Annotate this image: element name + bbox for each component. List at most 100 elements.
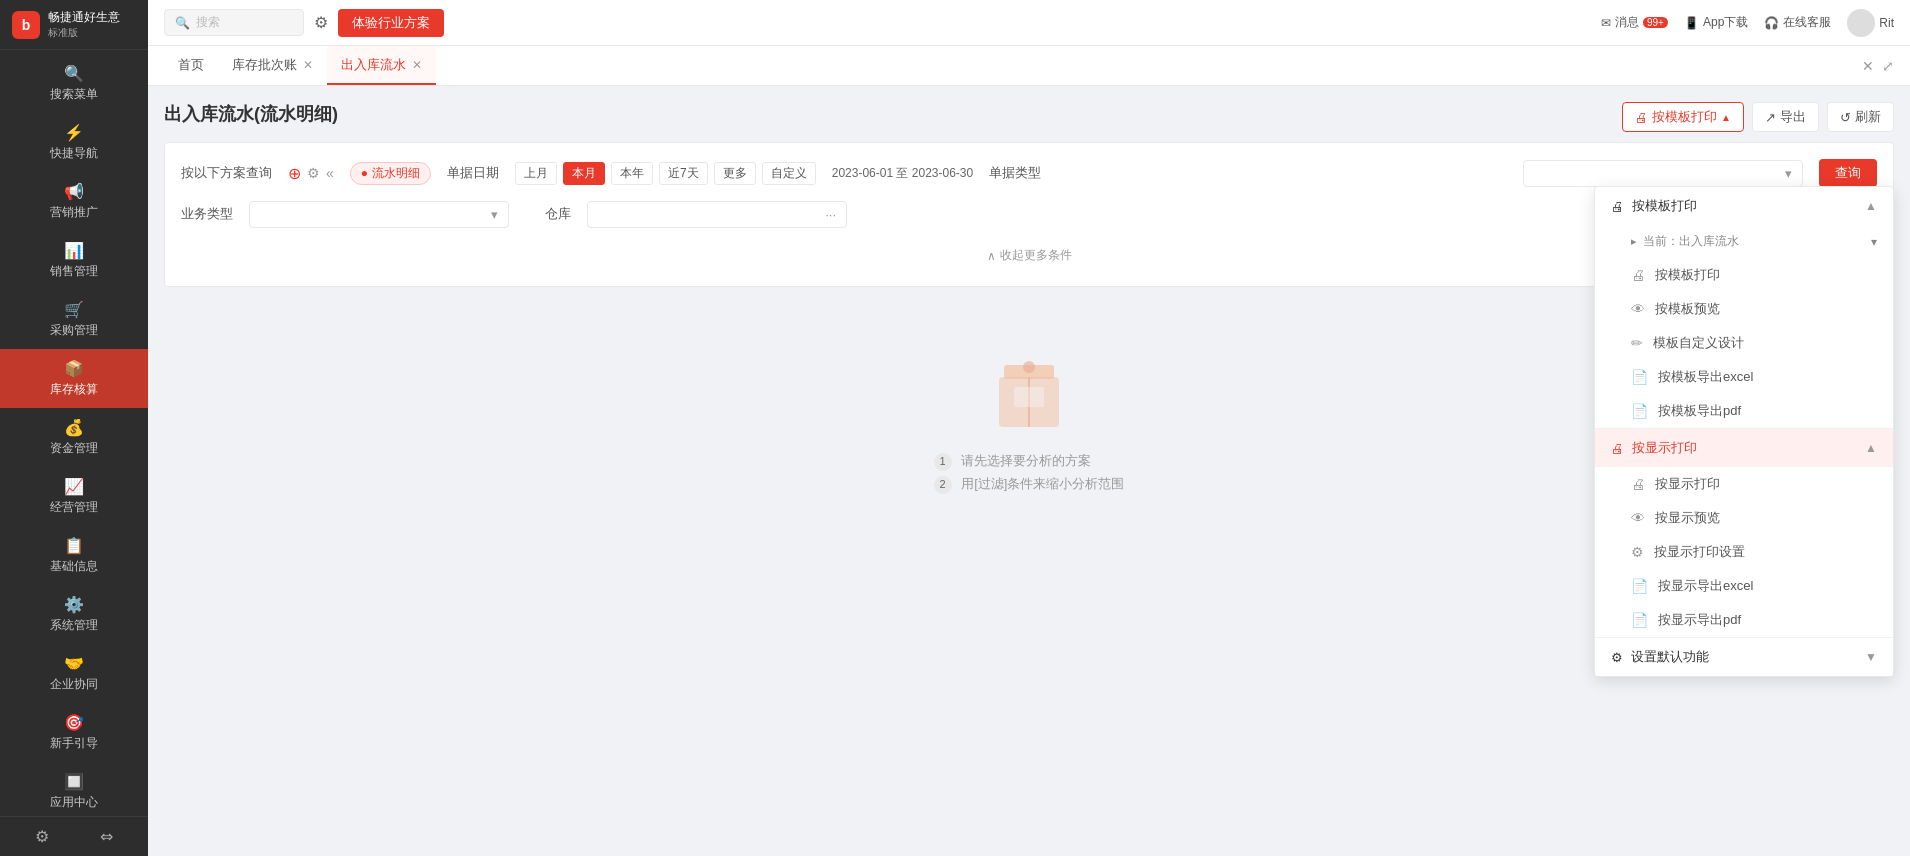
tab-close-inventory-batch[interactable]: ✕ xyxy=(303,58,313,72)
dropdown-display-excel[interactable]: 📄 按显示导出excel xyxy=(1595,569,1893,603)
filter-collapse-btn[interactable]: « xyxy=(326,165,334,181)
sidebar-navigation: 🔍 搜索菜单 ⚡ 快捷导航 📢 营销推广 📊 销售管理 🛒 采购管理 📦 库存核… xyxy=(0,50,148,816)
export-icon: ↗ xyxy=(1765,110,1776,125)
purchase-icon: 🛒 xyxy=(64,300,84,319)
tab-close-inout-flow[interactable]: ✕ xyxy=(412,58,422,72)
sidebar-item-operations[interactable]: 📈 经营管理 xyxy=(0,467,148,526)
headset-icon: 🎧 xyxy=(1764,16,1779,30)
basic-info-icon: 📋 xyxy=(64,536,84,555)
logo-icon: b xyxy=(12,11,40,39)
display-print-section-header[interactable]: 🖨 按显示打印 ▲ xyxy=(1595,429,1893,467)
refresh-btn[interactable]: ↺ 刷新 xyxy=(1827,102,1894,132)
business-type-select[interactable]: ▾ xyxy=(249,201,509,228)
sidebar-item-purchase[interactable]: 🛒 采购管理 xyxy=(0,290,148,349)
refresh-icon: ↺ xyxy=(1840,110,1851,125)
cooperation-icon: 🤝 xyxy=(64,654,84,673)
top-search-box[interactable]: 🔍 搜索 xyxy=(164,9,304,36)
dropdown-display-pdf[interactable]: 📄 按显示导出pdf xyxy=(1595,603,1893,637)
header-gear-icon[interactable]: ⚙ xyxy=(314,13,328,32)
sidebar-item-search-menu[interactable]: 🔍 搜索菜单 xyxy=(0,54,148,113)
warehouse-select[interactable]: ··· xyxy=(587,201,847,228)
sidebar-item-basic-info[interactable]: 📋 基础信息 xyxy=(0,526,148,585)
display-print-header-icon: 🖨 xyxy=(1611,441,1624,456)
online-support-btn[interactable]: 🎧 在线客服 xyxy=(1764,14,1831,31)
user-avatar xyxy=(1847,9,1875,37)
tab-maximize-btn[interactable]: ⤢ xyxy=(1882,58,1894,74)
doc-type-label: 单据类型 xyxy=(989,164,1041,182)
filter-add-btn[interactable]: ⊕ xyxy=(288,164,301,183)
system-icon: ⚙️ xyxy=(64,595,84,614)
dropdown-template-excel[interactable]: 📄 按模板导出excel xyxy=(1595,360,1893,394)
settings-bottom-btn[interactable]: ⚙ xyxy=(35,827,49,846)
query-btn[interactable]: 查询 xyxy=(1819,159,1877,187)
date-custom-btn[interactable]: 自定义 xyxy=(762,162,816,185)
export-btn[interactable]: ↗ 导出 xyxy=(1752,102,1819,132)
chevron-up-icon: ▲ xyxy=(1721,112,1731,123)
sidebar-item-cooperation[interactable]: 🤝 企业协同 xyxy=(0,644,148,703)
doc-type-select[interactable]: ▾ xyxy=(1523,160,1803,187)
sidebar-item-sales[interactable]: 📊 销售管理 xyxy=(0,231,148,290)
filter-tag-icon: ● xyxy=(361,166,368,180)
message-btn[interactable]: ✉ 消息 99+ xyxy=(1601,14,1668,31)
app-download-btn[interactable]: 📱 App下载 xyxy=(1684,14,1748,31)
expand-sidebar-btn[interactable]: ⇔ xyxy=(100,827,113,846)
sales-icon: 📊 xyxy=(64,241,84,260)
sidebar-item-guide[interactable]: 🎯 新手引导 xyxy=(0,703,148,762)
date-this-year-btn[interactable]: 本年 xyxy=(611,162,653,185)
section2-chevron-icon: ▲ xyxy=(1865,441,1877,455)
date-filter: 上月 本月 本年 近7天 更多 自定义 xyxy=(515,162,816,185)
tab-home[interactable]: 首页 xyxy=(164,46,218,85)
section1-chevron-icon: ▲ xyxy=(1865,199,1877,213)
sidebar-item-marketing[interactable]: 📢 营销推广 xyxy=(0,172,148,231)
date-this-month-btn[interactable]: 本月 xyxy=(563,162,605,185)
header-right: ✉ 消息 99+ 📱 App下载 🎧 在线客服 Rit xyxy=(1601,9,1894,37)
svg-rect-3 xyxy=(1014,387,1044,407)
custom-item-icon: ✏ xyxy=(1631,335,1643,351)
print-template-btn[interactable]: 🖨 按模板打印 ▲ xyxy=(1622,102,1744,132)
dropdown-template-pdf[interactable]: 📄 按模板导出pdf xyxy=(1595,394,1893,428)
date-prev-month-btn[interactable]: 上月 xyxy=(515,162,557,185)
filter-tag-liushui[interactable]: ● 流水明细 xyxy=(350,162,431,185)
search-menu-icon: 🔍 xyxy=(64,64,84,83)
sidebar-item-app-center[interactable]: 🔲 应用中心 xyxy=(0,762,148,816)
filter-row-1: 按以下方案查询 ⊕ ⚙ « ● 流水明细 单据日期 上月 本月 本年 近7天 xyxy=(181,159,1877,187)
sidebar-item-quick-nav[interactable]: ⚡ 快捷导航 xyxy=(0,113,148,172)
trial-btn[interactable]: 体验行业方案 xyxy=(338,9,444,37)
dropdown-template-preview[interactable]: 👁 按模板预览 xyxy=(1595,292,1893,326)
sidebar-item-finance[interactable]: 💰 资金管理 xyxy=(0,408,148,467)
preview-item-icon: 👁 xyxy=(1631,301,1645,317)
tab-inout-flow[interactable]: 出入库流水 ✕ xyxy=(327,46,436,85)
tab-inventory-batch[interactable]: 库存批次账 ✕ xyxy=(218,46,327,85)
phone-icon: 📱 xyxy=(1684,16,1699,30)
date-more-btn[interactable]: 更多 xyxy=(714,162,756,185)
default-settings-header[interactable]: ⚙ 设置默认功能 ▼ xyxy=(1595,638,1893,676)
tab-close-window-btn[interactable]: ✕ xyxy=(1862,58,1874,74)
dropdown-display-print[interactable]: 🖨 按显示打印 xyxy=(1595,467,1893,501)
dropdown-template-custom[interactable]: ✏ 模板自定义设计 xyxy=(1595,326,1893,360)
dropdown-display-print-settings[interactable]: ⚙ 按显示打印设置 xyxy=(1595,535,1893,569)
chevron-down-sub: ▾ xyxy=(1871,235,1877,249)
display-print-section: 🖨 按显示打印 ▲ 🖨 按显示打印 👁 按显示预览 ⚙ 按显示打印设置 xyxy=(1595,428,1893,637)
chevron-up-icon-2: ∧ xyxy=(987,249,996,263)
date-last7-btn[interactable]: 近7天 xyxy=(659,162,708,185)
user-avatar-btn[interactable]: Rit xyxy=(1847,9,1894,37)
template-print-section-header[interactable]: 🖨 按模板打印 ▲ xyxy=(1595,187,1893,225)
dropdown-display-preview[interactable]: 👁 按显示预览 xyxy=(1595,501,1893,535)
marketing-icon: 📢 xyxy=(64,182,84,201)
default-settings-section: ⚙ 设置默认功能 ▼ xyxy=(1595,637,1893,676)
current-template-label: ▸ 当前：出入库流水 ▾ xyxy=(1595,225,1893,258)
sidebar-item-system[interactable]: ⚙️ 系统管理 xyxy=(0,585,148,644)
top-header: 🔍 搜索 ⚙ 体验行业方案 ✉ 消息 99+ 📱 App下载 🎧 在线客服 xyxy=(148,0,1910,46)
print-item-icon: 🖨 xyxy=(1631,267,1645,283)
filter-config-btn[interactable]: ⚙ xyxy=(307,165,320,181)
tab-bar: 首页 库存批次账 ✕ 出入库流水 ✕ ✕ ⤢ xyxy=(148,46,1910,86)
business-type-label: 业务类型 xyxy=(181,205,233,223)
inventory-icon: 📦 xyxy=(64,359,84,378)
filter-actions: ⊕ ⚙ « xyxy=(288,164,334,183)
display-settings-icon: ⚙ xyxy=(1631,544,1644,560)
dropdown-template-print[interactable]: 🖨 按模板打印 xyxy=(1595,258,1893,292)
section3-chevron-icon: ▼ xyxy=(1865,650,1877,664)
sidebar-item-inventory[interactable]: 📦 库存核算 xyxy=(0,349,148,408)
logo-text: 畅捷通好生意 标准版 xyxy=(48,9,120,40)
sidebar-logo: b 畅捷通好生意 标准版 xyxy=(0,0,148,50)
